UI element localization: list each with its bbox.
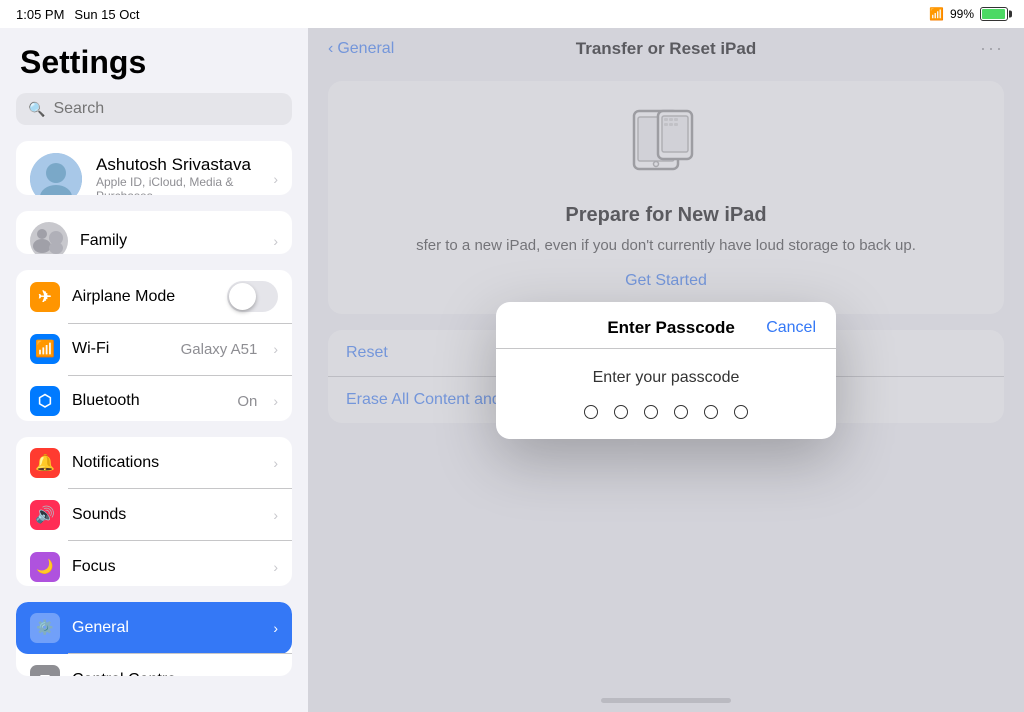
- notifications-label: Notifications: [72, 454, 257, 472]
- chevron-right-icon: ›: [273, 620, 278, 636]
- wifi-status-icon: 📶: [929, 7, 944, 21]
- airplane-mode-icon: ✈: [30, 282, 60, 312]
- profile-info: Ashutosh Srivastava Apple ID, iCloud, Me…: [96, 155, 255, 195]
- sidebar-item-family[interactable]: Family ›: [16, 211, 292, 254]
- status-bar: 1:05 PM Sun 15 Oct 📶 99%: [0, 0, 1024, 28]
- family-avatar: [30, 222, 68, 254]
- controlcentre-label: Control Centre: [72, 671, 257, 676]
- wifi-icon: 📶: [30, 334, 60, 364]
- sidebar-item-general[interactable]: ⚙️ General ›: [16, 602, 292, 654]
- bluetooth-icon: ⬡: [30, 386, 60, 416]
- battery-icon: [980, 7, 1008, 21]
- modal-overlay: Enter Passcode Cancel Enter your passcod…: [308, 28, 1024, 712]
- notifications-section: 🔔 Notifications › 🔊 Sounds › 🌙 Focus ›: [16, 437, 292, 586]
- profile-name: Ashutosh Srivastava: [96, 155, 255, 175]
- toggle-knob: [229, 283, 256, 310]
- sounds-icon: 🔊: [30, 500, 60, 530]
- sidebar: Settings 🔍 Ashutosh Srivastava Apple ID,…: [0, 28, 308, 712]
- airplane-mode-label: Airplane Mode: [72, 288, 215, 306]
- passcode-dot-6: [734, 405, 748, 419]
- passcode-dots: [584, 405, 748, 419]
- sidebar-item-sounds[interactable]: 🔊 Sounds ›: [16, 489, 292, 541]
- passcode-dot-3: [644, 405, 658, 419]
- chevron-right-icon: ›: [273, 507, 278, 523]
- avatar: [30, 153, 82, 195]
- passcode-title: Enter Passcode: [607, 318, 735, 338]
- controlcentre-icon: ⊞: [30, 665, 60, 676]
- family-label: Family: [80, 232, 257, 250]
- sounds-label: Sounds: [72, 506, 257, 524]
- chevron-right-icon: ›: [273, 341, 278, 357]
- chevron-right-icon: ›: [273, 171, 278, 187]
- sidebar-title: Settings: [0, 28, 308, 93]
- connectivity-section: ✈ Airplane Mode 📶 Wi-Fi Galaxy A51 › ⬡: [16, 270, 292, 420]
- wifi-label: Wi-Fi: [72, 340, 169, 358]
- airplane-mode-toggle[interactable]: [227, 281, 278, 312]
- passcode-dot-4: [674, 405, 688, 419]
- sidebar-item-wifi[interactable]: 📶 Wi-Fi Galaxy A51 ›: [16, 323, 292, 375]
- chevron-right-icon: ›: [273, 455, 278, 471]
- sidebar-item-notifications[interactable]: 🔔 Notifications ›: [16, 437, 292, 489]
- search-input[interactable]: [53, 100, 280, 118]
- main-content: ‹ General Transfer or Reset iPad ···: [308, 28, 1024, 712]
- family-section: Family ›: [16, 211, 292, 254]
- status-bar-left: 1:05 PM Sun 15 Oct: [16, 7, 139, 22]
- profile-item[interactable]: Ashutosh Srivastava Apple ID, iCloud, Me…: [16, 141, 292, 195]
- passcode-dot-2: [614, 405, 628, 419]
- chevron-right-icon: ›: [273, 672, 278, 676]
- profile-sub: Apple ID, iCloud, Media & Purchases: [96, 175, 255, 195]
- wifi-value: Galaxy A51: [181, 341, 258, 358]
- passcode-dot-5: [704, 405, 718, 419]
- chevron-right-icon: ›: [273, 233, 278, 249]
- passcode-dialog: Enter Passcode Cancel Enter your passcod…: [496, 302, 836, 439]
- general-section: ⚙️ General › ⊞ Control Centre ›: [16, 602, 292, 676]
- focus-label: Focus: [72, 558, 257, 576]
- bluetooth-value: On: [237, 393, 257, 410]
- passcode-cancel-button[interactable]: Cancel: [766, 319, 816, 337]
- bluetooth-label: Bluetooth: [72, 392, 225, 410]
- passcode-dot-1: [584, 405, 598, 419]
- sidebar-item-focus[interactable]: 🌙 Focus ›: [16, 541, 292, 586]
- sidebar-item-airplane[interactable]: ✈ Airplane Mode: [16, 270, 292, 323]
- general-label: General: [72, 619, 257, 637]
- notifications-icon: 🔔: [30, 448, 60, 478]
- time-display: 1:05 PM: [16, 7, 64, 22]
- battery-fill: [982, 9, 1005, 19]
- sidebar-item-bluetooth[interactable]: ⬡ Bluetooth On ›: [16, 375, 292, 420]
- sidebar-item-controlcentre[interactable]: ⊞ Control Centre ›: [16, 654, 292, 676]
- status-bar-right: 📶 99%: [929, 7, 1008, 21]
- chevron-right-icon: ›: [273, 393, 278, 409]
- search-icon: 🔍: [28, 101, 45, 118]
- focus-icon: 🌙: [30, 552, 60, 582]
- profile-section: Ashutosh Srivastava Apple ID, iCloud, Me…: [16, 141, 292, 195]
- passcode-header: Enter Passcode Cancel: [496, 302, 836, 349]
- battery-percent: 99%: [950, 7, 974, 21]
- general-icon: ⚙️: [30, 613, 60, 643]
- passcode-body: Enter your passcode: [496, 349, 836, 439]
- chevron-right-icon: ›: [273, 559, 278, 575]
- date-display: Sun 15 Oct: [74, 7, 139, 22]
- main-layout: Settings 🔍 Ashutosh Srivastava Apple ID,…: [0, 28, 1024, 712]
- search-bar[interactable]: 🔍: [16, 93, 292, 125]
- passcode-prompt: Enter your passcode: [593, 369, 740, 387]
